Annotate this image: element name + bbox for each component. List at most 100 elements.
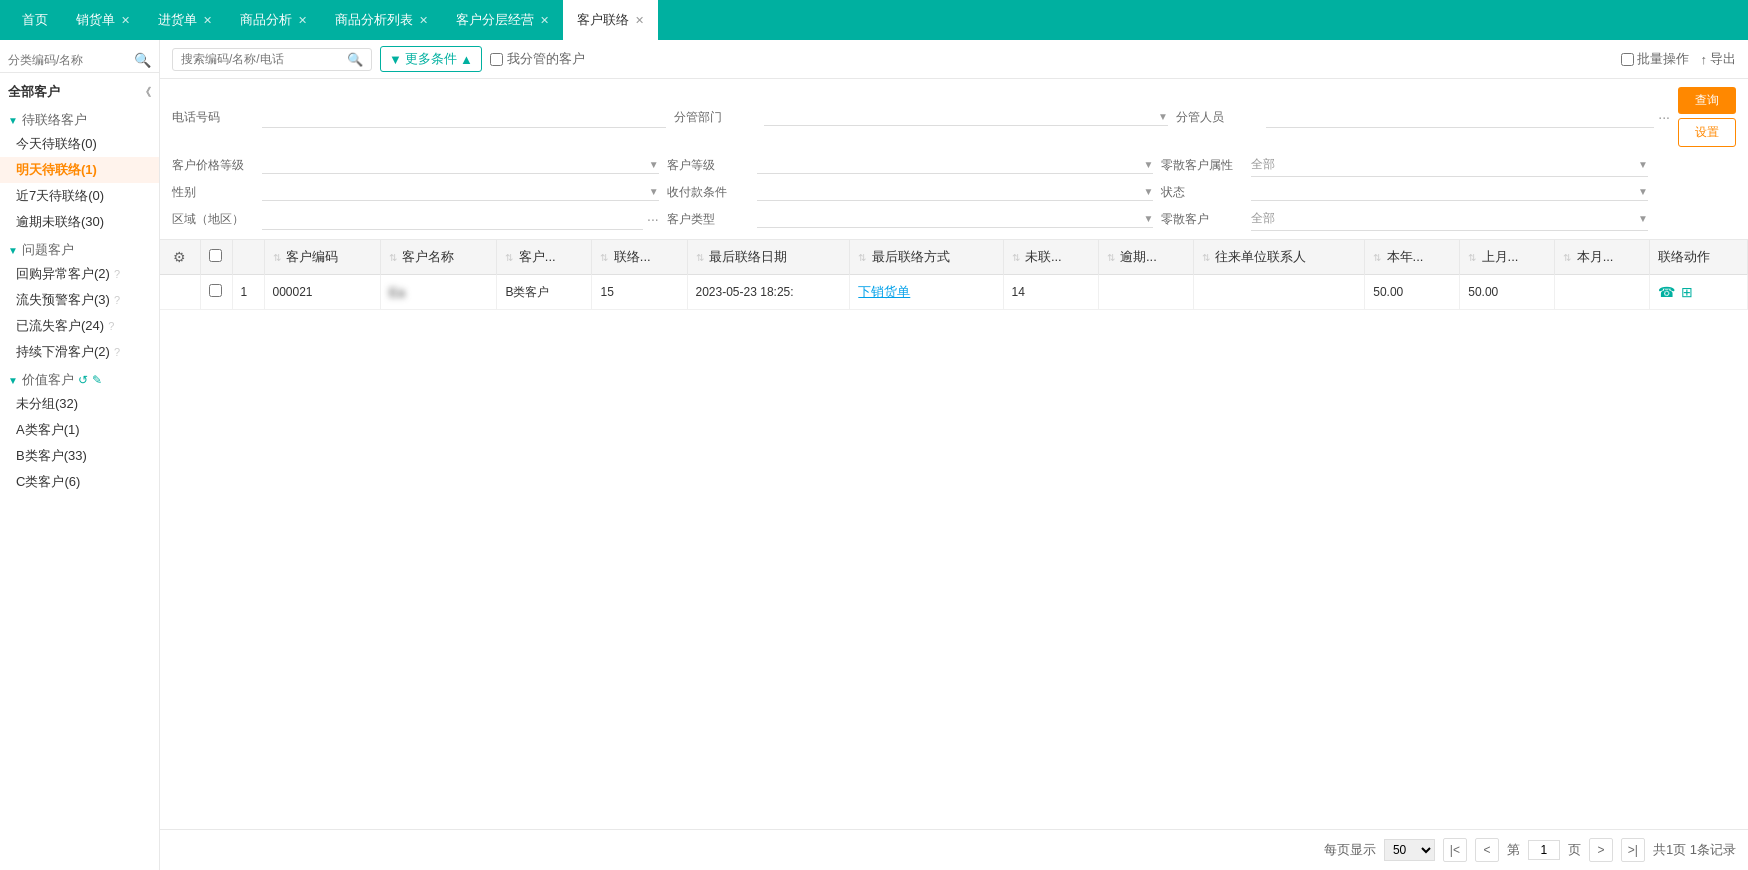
close-customer-contact-icon[interactable]: ✕ xyxy=(635,14,644,27)
filter-manager-input[interactable] xyxy=(1266,107,1654,128)
export-btn[interactable]: ↑ 导出 xyxy=(1701,50,1737,68)
cell-last-month: 50.00 xyxy=(1460,275,1555,310)
set-btn[interactable]: 设置 xyxy=(1678,118,1736,147)
filter-customer-type: 客户类型 ▼ xyxy=(667,210,1154,228)
sidebar-search-input[interactable] xyxy=(8,53,134,67)
sidebar-item-overdue[interactable]: 逾期未联络(30) xyxy=(0,209,159,235)
table-gear-icon[interactable]: ⚙ xyxy=(173,249,186,265)
sidebar-problem-section: ▼ 问题客户 xyxy=(0,235,159,261)
filter-price-level-select[interactable]: ▼ xyxy=(262,156,659,174)
help-icon-2: ? xyxy=(108,320,114,332)
nav-sales-order[interactable]: 销货单 ✕ xyxy=(62,0,144,40)
th-checkbox xyxy=(200,240,232,275)
more-filter-btn[interactable]: ▼ 更多条件 ▲ xyxy=(380,46,482,72)
filter-customer-level-select[interactable]: ▼ xyxy=(757,156,1154,174)
per-page-select[interactable]: 50 10 20 100 xyxy=(1384,839,1435,861)
toolbar-right: 批量操作 ↑ 导出 xyxy=(1621,50,1737,68)
customer-table: ⚙ ⇅ 客户编码 ⇅ 客户名称 xyxy=(160,240,1748,310)
sidebar-item-churned[interactable]: 已流失客户(24) ? xyxy=(0,313,159,339)
sidebar-item-class-b[interactable]: B类客户(33) xyxy=(0,443,159,469)
row-actions: ☎ ⊞ xyxy=(1658,284,1739,300)
manager-dots-icon[interactable]: ··· xyxy=(1658,109,1670,125)
close-product-analysis-list-icon[interactable]: ✕ xyxy=(419,14,428,27)
help-icon-1: ? xyxy=(114,294,120,306)
toolbar-search-wrap: 🔍 xyxy=(172,48,372,71)
filter-row-2: 客户价格等级 ▼ 客户等级 ▼ 零散客户属性 全部 xyxy=(172,153,1736,177)
table-body: 1 000021 Ea B类客户 15 2023-05-23 18:25: 下销… xyxy=(160,275,1748,310)
price-level-arrow: ▼ xyxy=(649,159,659,170)
filter-status: 状态 ▼ xyxy=(1161,183,1648,201)
pagination-prev-btn[interactable]: < xyxy=(1475,838,1499,862)
toolbar-search-icon[interactable]: 🔍 xyxy=(347,52,363,67)
pagination-next-btn[interactable]: > xyxy=(1589,838,1613,862)
nav-customer-segment[interactable]: 客户分层经营 ✕ xyxy=(442,0,563,40)
filter-status-select[interactable]: ▼ xyxy=(1251,183,1648,201)
action-phone-icon[interactable]: ☎ xyxy=(1658,284,1675,300)
filter-icon: ▼ xyxy=(389,52,402,67)
sidebar-item-class-a[interactable]: A类客户(1) xyxy=(0,417,159,443)
filter-retail-customer-select[interactable]: 全部 ▼ xyxy=(1251,207,1648,231)
region-dots-icon[interactable]: ··· xyxy=(647,211,659,227)
query-btn[interactable]: 查询 xyxy=(1678,87,1736,114)
filter-price-level: 客户价格等级 ▼ xyxy=(172,156,659,174)
sidebar-item-declining[interactable]: 持续下滑客户(2) ? xyxy=(0,339,159,365)
my-customers-checkbox[interactable] xyxy=(490,53,503,66)
filter-payment-select[interactable]: ▼ xyxy=(757,183,1154,201)
close-product-analysis-icon[interactable]: ✕ xyxy=(298,14,307,27)
sort-name-icon: ⇅ xyxy=(389,252,397,263)
my-customers-checkbox-wrap: 我分管的客户 xyxy=(490,50,585,68)
cell-this-month xyxy=(1555,275,1650,310)
content-area: 🔍 ▼ 更多条件 ▲ 我分管的客户 批量操作 ↑ 导出 xyxy=(160,40,1748,870)
filter-actions: 查询 设置 xyxy=(1678,87,1736,147)
cell-last-contact-date: 2023-05-23 18:25: xyxy=(687,275,850,310)
filter-dept-select[interactable]: ▼ xyxy=(764,108,1168,126)
filter-phone-input[interactable] xyxy=(262,107,666,128)
sidebar-item-today[interactable]: 今天待联络(0) xyxy=(0,131,159,157)
filter-customer-type-select[interactable]: ▼ xyxy=(757,210,1154,228)
sidebar-item-repurchase-anomaly[interactable]: 回购异常客户(2) ? xyxy=(0,261,159,287)
select-all-checkbox[interactable] xyxy=(209,249,222,262)
sidebar-item-churn-warning[interactable]: 流失预警客户(3) ? xyxy=(0,287,159,313)
sidebar-item-class-c[interactable]: C类客户(6) xyxy=(0,469,159,495)
filter-retail-attr-select[interactable]: 全部 ▼ xyxy=(1251,153,1648,177)
nav-product-analysis-list[interactable]: 商品分析列表 ✕ xyxy=(321,0,442,40)
th-this-year: ⇅ 本年... xyxy=(1365,240,1460,275)
batch-ops-btn[interactable]: 批量操作 xyxy=(1621,50,1689,68)
table-header-row: ⚙ ⇅ 客户编码 ⇅ 客户名称 xyxy=(160,240,1748,275)
pagination-first-btn[interactable]: |< xyxy=(1443,838,1467,862)
filter-gender-select[interactable]: ▼ xyxy=(262,183,659,201)
retail-attr-arrow: ▼ xyxy=(1638,159,1648,170)
page-number-input[interactable] xyxy=(1528,840,1560,860)
filter-row-4: 区域（地区） ··· 客户类型 ▼ 零散客户 全部 ▼ xyxy=(172,207,1736,231)
close-customer-segment-icon[interactable]: ✕ xyxy=(540,14,549,27)
filter-gender: 性别 ▼ xyxy=(172,183,659,201)
pagination-last-btn[interactable]: >| xyxy=(1621,838,1645,862)
value-refresh-icon[interactable]: ↺ xyxy=(78,373,88,387)
filter-region: 区域（地区） ··· xyxy=(172,209,659,230)
sidebar-search-icon[interactable]: 🔍 xyxy=(134,52,151,68)
nav-home[interactable]: 首页 xyxy=(8,0,62,40)
toolbar-search-input[interactable] xyxy=(181,52,347,66)
value-edit-icon[interactable]: ✎ xyxy=(92,373,102,387)
nav-product-analysis[interactable]: 商品分析 ✕ xyxy=(226,0,321,40)
close-sales-order-icon[interactable]: ✕ xyxy=(121,14,130,27)
payment-arrow: ▼ xyxy=(1143,186,1153,197)
nav-customer-contact[interactable]: 客户联络 ✕ xyxy=(563,0,658,40)
row-checkbox[interactable] xyxy=(209,284,222,297)
customer-type-arrow: ▼ xyxy=(1143,213,1153,224)
last-contact-method-link[interactable]: 下销货单 xyxy=(858,284,910,299)
sidebar-item-tomorrow[interactable]: 明天待联络(1) xyxy=(0,157,159,183)
sidebar-item-ungrouped[interactable]: 未分组(32) xyxy=(0,391,159,417)
status-arrow: ▼ xyxy=(1638,186,1648,197)
nav-purchase-order[interactable]: 进货单 ✕ xyxy=(144,0,226,40)
th-action: 联络动作 xyxy=(1650,240,1748,275)
close-purchase-order-icon[interactable]: ✕ xyxy=(203,14,212,27)
cell-overdue xyxy=(1098,275,1193,310)
sidebar-search-wrap: 🔍 xyxy=(0,48,159,73)
action-more-icon[interactable]: ⊞ xyxy=(1681,284,1693,300)
filter-region-input[interactable] xyxy=(262,209,643,230)
sidebar-all-customers[interactable]: 全部客户 《 xyxy=(0,79,159,105)
retail-customer-arrow: ▼ xyxy=(1638,213,1648,224)
batch-ops-checkbox[interactable] xyxy=(1621,53,1634,66)
sidebar-item-7days[interactable]: 近7天待联络(0) xyxy=(0,183,159,209)
